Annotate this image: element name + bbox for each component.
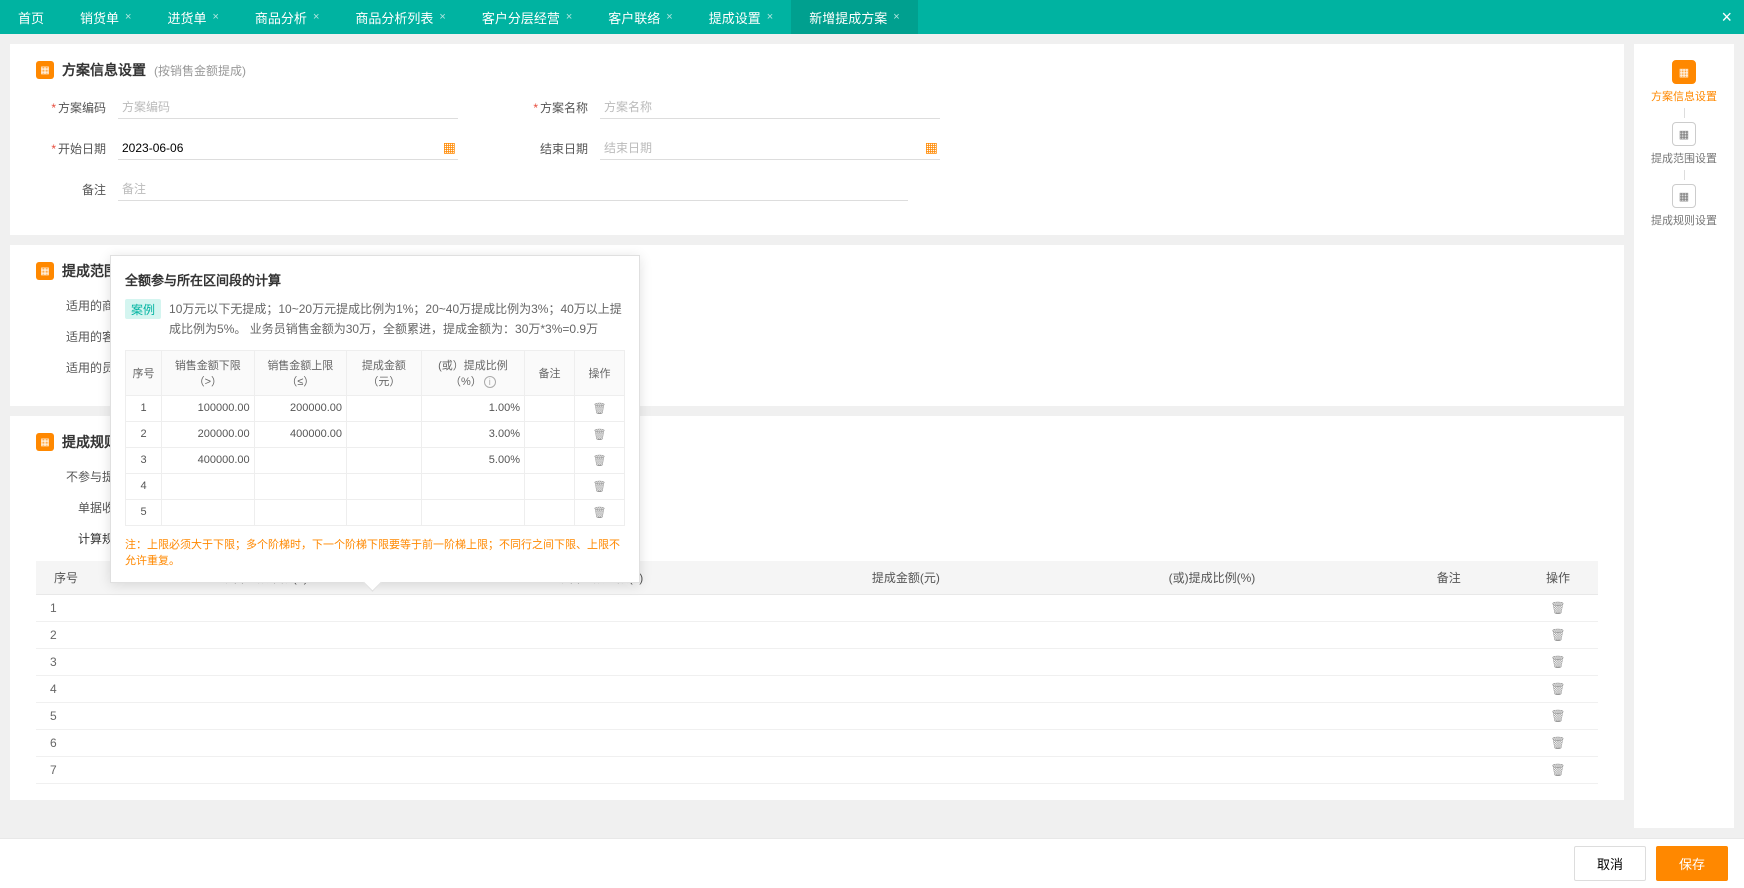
table-row[interactable]: 5🗑 <box>36 703 1598 730</box>
delete-icon[interactable]: 🗑 <box>1550 763 1565 777</box>
tooltip-title: 全额参与所在区间段的计算 <box>125 270 625 289</box>
delete-icon[interactable]: 🗑 <box>593 429 607 441</box>
cancel-button[interactable]: 取消 <box>1574 846 1646 881</box>
close-icon[interactable]: × <box>767 11 773 23</box>
end-date-label: 结束日期 <box>518 140 588 157</box>
table-row: 2200000.00400000.003.00%🗑 <box>126 421 625 447</box>
form-icon: ▦ <box>1672 184 1696 208</box>
delete-icon[interactable]: 🗑 <box>1550 709 1565 723</box>
close-icon[interactable]: × <box>666 11 672 23</box>
example-tag: 案例 <box>125 299 161 319</box>
calc-rule-tooltip: 全额参与所在区间段的计算 案例 10万元以下无提成；10~20万元提成比例为1%… <box>110 255 640 583</box>
close-icon[interactable]: × <box>439 11 445 23</box>
panel-icon: ▦ <box>36 433 54 451</box>
tab[interactable]: 商品分析× <box>237 0 337 34</box>
grid-header: 操作 <box>1518 561 1598 595</box>
grid-header: 备注 <box>1380 561 1518 595</box>
delete-icon[interactable]: 🗑 <box>593 455 607 467</box>
delete-icon[interactable]: 🗑 <box>593 507 607 519</box>
table-row[interactable]: 6🗑 <box>36 730 1598 757</box>
delete-icon[interactable]: 🗑 <box>593 403 607 415</box>
panel-icon: ▦ <box>36 61 54 79</box>
side-step-scope[interactable]: ▦ 提成范围设置 <box>1651 122 1717 166</box>
delete-icon[interactable]: 🗑 <box>1550 682 1565 696</box>
info-icon: i <box>484 376 496 388</box>
delete-icon[interactable]: 🗑 <box>1550 655 1565 669</box>
delete-icon[interactable]: 🗑 <box>1550 628 1565 642</box>
table-row[interactable]: 7🗑 <box>36 757 1598 784</box>
table-row: 5🗑 <box>126 499 625 525</box>
calendar-icon[interactable]: ▦ <box>443 139 456 156</box>
tab-bar: 首页销货单×进货单×商品分析×商品分析列表×客户分层经营×客户联络×提成设置×新… <box>0 0 1744 34</box>
plan-code-label: *方案编码 <box>36 99 106 116</box>
tab[interactable]: 进货单× <box>149 0 236 34</box>
plan-name-label: *方案名称 <box>518 99 588 116</box>
side-step-info[interactable]: ▦ 方案信息设置 <box>1651 60 1717 104</box>
table-row: 3400000.005.00%🗑 <box>126 447 625 473</box>
tab[interactable]: 首页 <box>0 0 62 34</box>
panel-subtitle: (按销售金额提成) <box>154 62 246 79</box>
remark-label: 备注 <box>36 181 106 198</box>
table-row: 1100000.00200000.001.00%🗑 <box>126 395 625 421</box>
grid-header: 序号 <box>36 561 96 595</box>
side-step-rules[interactable]: ▦ 提成规则设置 <box>1651 184 1717 228</box>
save-button[interactable]: 保存 <box>1656 846 1728 881</box>
tooltip-example-table: 序号 销售金额下限（>） 销售金额上限（≤） 提成金额（元） (或）提成比例（%… <box>125 350 625 526</box>
plan-name-input[interactable] <box>600 96 940 119</box>
close-icon[interactable]: × <box>125 11 131 23</box>
close-all-tabs-button[interactable]: × <box>1721 7 1732 28</box>
delete-icon[interactable]: 🗑 <box>593 481 607 493</box>
calendar-icon[interactable]: ▦ <box>925 139 938 156</box>
panel-icon: ▦ <box>36 262 54 280</box>
close-icon[interactable]: × <box>212 11 218 23</box>
form-icon: ▦ <box>1672 122 1696 146</box>
start-date-input[interactable] <box>118 137 458 160</box>
table-row[interactable]: 2🗑 <box>36 622 1598 649</box>
table-row[interactable]: 4🗑 <box>36 676 1598 703</box>
tab[interactable]: 客户分层经营× <box>464 0 590 34</box>
end-date-input[interactable] <box>600 137 940 160</box>
delete-icon[interactable]: 🗑 <box>1550 736 1565 750</box>
start-date-label: *开始日期 <box>36 140 106 157</box>
panel-title: 方案信息设置 <box>62 60 146 80</box>
tab[interactable]: 提成设置× <box>691 0 791 34</box>
delete-icon[interactable]: 🗑 <box>1550 601 1565 615</box>
close-icon[interactable]: × <box>313 11 319 23</box>
commission-tiers-table: 序号 销售金额下限(>) 销售金额上限(≤) 提成金额(元) (或)提成比例(%… <box>36 561 1598 784</box>
grid-header: (或)提成比例(%) <box>1044 561 1379 595</box>
close-icon[interactable]: × <box>566 11 572 23</box>
plan-info-panel: ▦ 方案信息设置 (按销售金额提成) *方案编码 *方案名称 *开始日期 <box>10 44 1624 235</box>
table-row[interactable]: 1🗑 <box>36 595 1598 622</box>
side-step-nav: ▦ 方案信息设置 ▦ 提成范围设置 ▦ 提成规则设置 <box>1634 44 1734 828</box>
tab[interactable]: 销货单× <box>62 0 149 34</box>
table-row[interactable]: 3🗑 <box>36 649 1598 676</box>
remark-input[interactable] <box>118 178 908 201</box>
form-icon: ▦ <box>1672 60 1696 84</box>
example-text: 10万元以下无提成；10~20万元提成比例为1%；20~40万提成比例为3%；4… <box>169 299 625 340</box>
grid-header: 提成金额(元) <box>768 561 1045 595</box>
tooltip-note: 注：上限必须大于下限；多个阶梯时，下一个阶梯下限要等于前一阶梯上限；不同行之间下… <box>125 536 625 568</box>
close-icon[interactable]: × <box>893 11 899 23</box>
tab[interactable]: 商品分析列表× <box>337 0 463 34</box>
tab[interactable]: 新增提成方案× <box>791 0 917 34</box>
tab[interactable]: 客户联络× <box>590 0 690 34</box>
plan-code-input[interactable] <box>118 96 458 119</box>
table-row: 4🗑 <box>126 473 625 499</box>
footer-action-bar: 取消 保存 <box>0 838 1744 888</box>
